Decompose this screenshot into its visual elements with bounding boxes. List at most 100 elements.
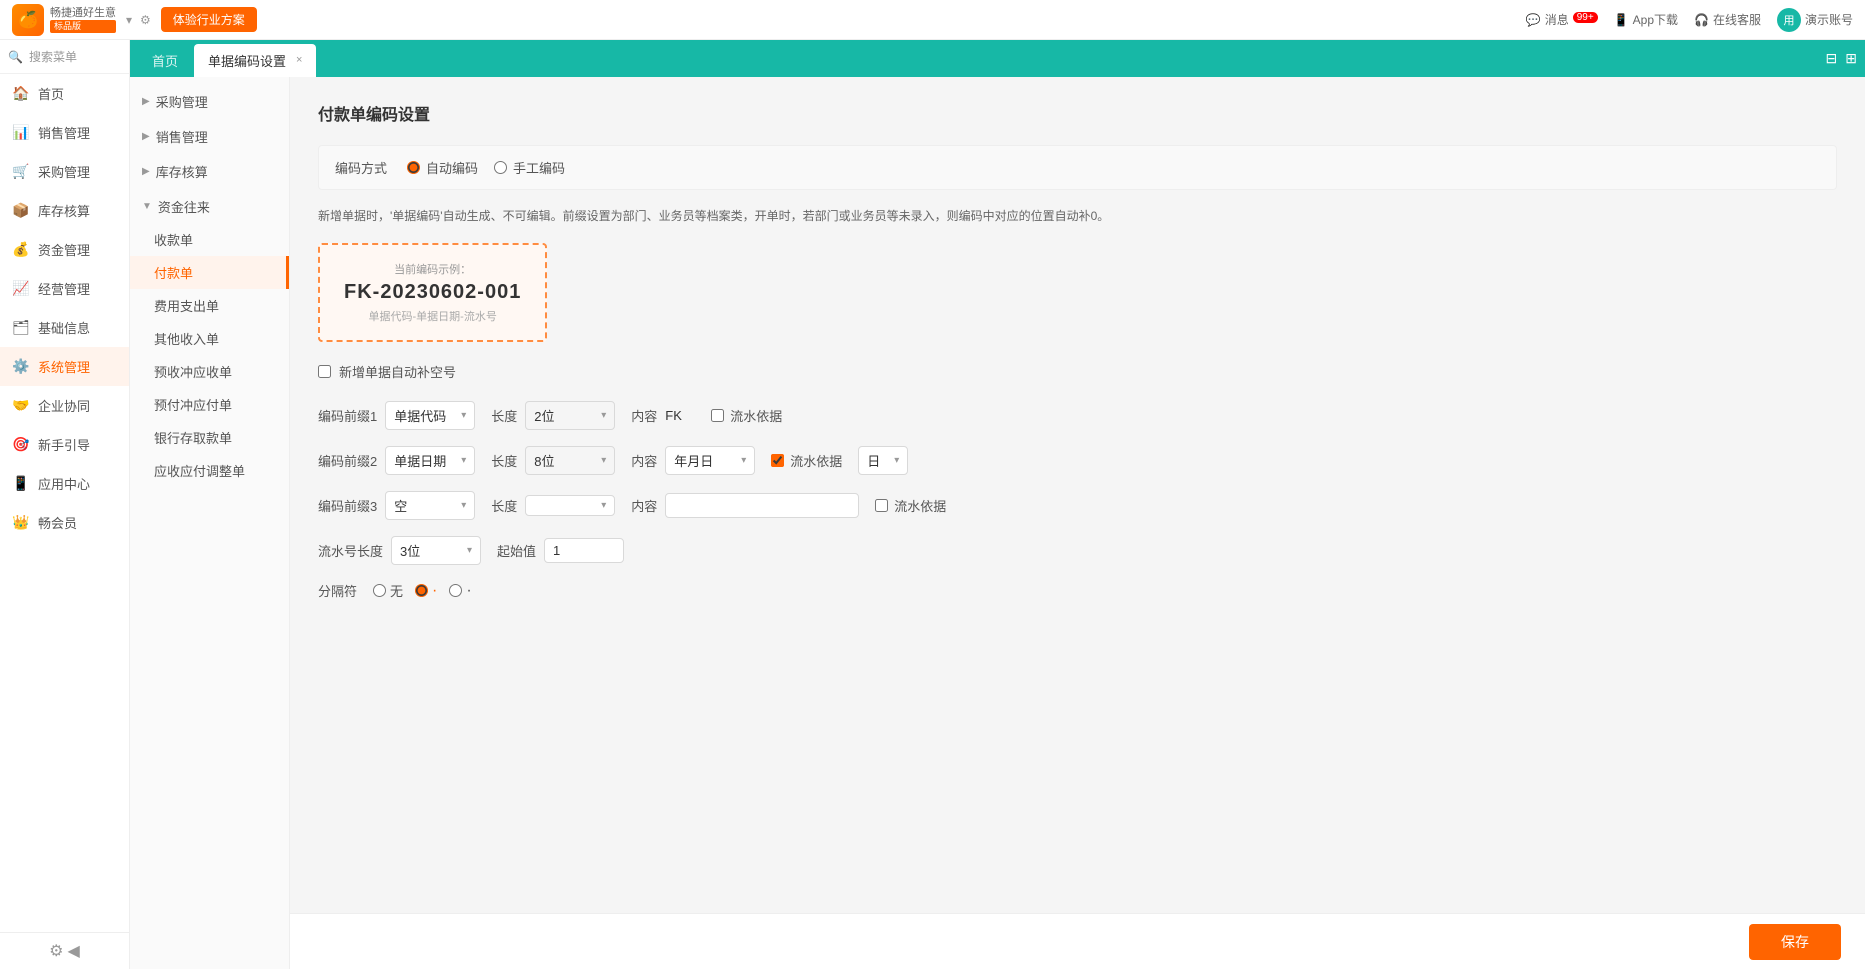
- info-text: 新增单据时，'单据编码'自动生成、不可编辑。前缀设置为部门、业务员等档案类，开单…: [318, 206, 1837, 228]
- serial2-checkbox[interactable]: [771, 454, 784, 467]
- sidebar-item-basic[interactable]: 🗂 基础信息: [0, 308, 129, 347]
- nav-item-payment[interactable]: 付款单: [130, 256, 289, 289]
- auto-fill-label[interactable]: 新增单据自动补空号: [339, 362, 456, 381]
- prefix-row-3: 编码前缀3 空 ▾ 长度 ▾: [318, 491, 1837, 520]
- tab-minimize-icon[interactable]: ⊟: [1826, 50, 1838, 67]
- nav-item-pre-payable[interactable]: 预付冲应付单: [130, 388, 289, 421]
- serial-length-row: 流水号长度 3位 ▾ 起始值: [318, 536, 1837, 565]
- content2-arrow-icon: ▾: [741, 455, 746, 466]
- prefix1-field: 编码前缀1 单据代码 ▾: [318, 401, 475, 430]
- prefix1-arrow-icon: ▾: [461, 410, 466, 421]
- auto-fill-checkbox[interactable]: [318, 365, 331, 378]
- search-menu[interactable]: 🔍 搜索菜单: [0, 40, 129, 74]
- serial3-checkbox[interactable]: [875, 499, 888, 512]
- prefix3-label: 编码前缀3: [318, 496, 377, 515]
- sidebar-item-guide[interactable]: 🎯 新手引导: [0, 425, 129, 464]
- sidebar-item-purchase[interactable]: 🛒 采购管理: [0, 152, 129, 191]
- nav-item-pre-receivable[interactable]: 预收冲应收单: [130, 355, 289, 388]
- length2-label: 长度: [491, 451, 517, 470]
- content1-label: 内容: [631, 406, 657, 425]
- nav-item-expense[interactable]: 费用支出单: [130, 289, 289, 322]
- nav-item-receipt[interactable]: 收款单: [130, 223, 289, 256]
- solution-button[interactable]: 体验行业方案: [161, 7, 257, 32]
- serial3-label[interactable]: 流水依据: [894, 496, 946, 515]
- nav-header-purchase[interactable]: ▶ 采购管理: [130, 85, 289, 118]
- sidebar-item-enterprise[interactable]: 🤝 企业协同: [0, 386, 129, 425]
- start-value-label: 起始值: [497, 541, 536, 560]
- sep-dash-option[interactable]: ·: [449, 582, 471, 600]
- nav-item-other-income[interactable]: 其他收入单: [130, 322, 289, 355]
- chevron-down-icon: ▼: [142, 201, 152, 212]
- prefix1-select[interactable]: 单据代码 ▾: [385, 401, 475, 430]
- operation-icon: 📈: [12, 280, 30, 298]
- topbar-nav: ▾ ⚙: [126, 13, 151, 27]
- bottom-bar: 保存: [290, 913, 1865, 969]
- serial2-label[interactable]: 流水依据: [790, 451, 842, 470]
- sidebar-item-operation[interactable]: 📈 经营管理: [0, 269, 129, 308]
- message-action[interactable]: 💬 消息 99+: [1526, 11, 1598, 28]
- nav-item-bank[interactable]: 银行存取款单: [130, 421, 289, 454]
- auto-code-radio[interactable]: 自动编码: [407, 158, 478, 177]
- auto-fill-row: 新增单据自动补空号: [318, 362, 1837, 381]
- online-service-action[interactable]: 🎧 在线客服: [1694, 11, 1761, 28]
- coding-method-section: 编码方式 自动编码 手工编码: [318, 145, 1837, 190]
- tab-right-actions: ⊟ ⊞: [1826, 40, 1857, 77]
- sidebar-item-finance[interactable]: 💰 资金管理: [0, 230, 129, 269]
- content1-field: 内容 FK: [631, 406, 695, 425]
- app-download-action[interactable]: 📱 App下载: [1614, 11, 1678, 28]
- save-button[interactable]: 保存: [1749, 924, 1841, 960]
- nav-header-inventory[interactable]: ▶ 库存核算: [130, 155, 289, 188]
- tab-expand-icon[interactable]: ⊞: [1845, 50, 1857, 67]
- preview-box: 当前编码示例： FK-20230602-001 单据代码-单据日期-流水号: [318, 243, 547, 342]
- tab-current[interactable]: 单据编码设置 ×: [194, 44, 316, 77]
- prefix-row-1: 编码前缀1 单据代码 ▾ 长度 2位 ▾: [318, 401, 1837, 430]
- page-title: 付款单编码设置: [318, 101, 1837, 125]
- length3-select[interactable]: ▾: [525, 495, 615, 516]
- length3-field: 长度 ▾: [491, 495, 615, 516]
- prefix1-label: 编码前缀1: [318, 406, 377, 425]
- sales-icon: 📊: [12, 124, 30, 142]
- serial-length-select[interactable]: 3位 ▾: [391, 536, 481, 565]
- tab-home[interactable]: 首页: [138, 44, 192, 77]
- length1-field: 长度 2位 ▾: [491, 401, 615, 430]
- sidebar-item-sales[interactable]: 📊 销售管理: [0, 113, 129, 152]
- serial1-check: 流水依据: [711, 406, 782, 425]
- content2-select[interactable]: 年月日 ▾: [665, 446, 755, 475]
- enterprise-icon: 🤝: [12, 397, 30, 415]
- sidebar-item-apps[interactable]: 📱 应用中心: [0, 464, 129, 503]
- serial-length-arrow-icon: ▾: [467, 545, 472, 556]
- start-value-field: 起始值: [497, 538, 624, 563]
- tab-close-icon[interactable]: ×: [296, 54, 302, 66]
- collapse-icon[interactable]: ◀: [68, 941, 80, 961]
- serial-length-field: 流水号长度 3位 ▾: [318, 536, 481, 565]
- prefix-row-2: 编码前缀2 单据日期 ▾ 长度 8位 ▾: [318, 446, 1837, 475]
- sidebar-item-home[interactable]: 🏠 首页: [0, 74, 129, 113]
- nav-item-adjustment[interactable]: 应收应付调整单: [130, 454, 289, 487]
- sidebar-item-inventory[interactable]: 📦 库存核算: [0, 191, 129, 230]
- length3-label: 长度: [491, 496, 517, 515]
- nav-header-cashflow[interactable]: ▼ 资金往来: [130, 190, 289, 223]
- serial1-label[interactable]: 流水依据: [730, 406, 782, 425]
- manual-code-radio[interactable]: 手工编码: [494, 158, 565, 177]
- day-select[interactable]: 日 ▾: [858, 446, 908, 475]
- nav-group-sales: ▶ 销售管理: [130, 120, 289, 153]
- settings-icon[interactable]: ⚙: [49, 941, 63, 961]
- length2-arrow-icon: ▾: [601, 455, 606, 466]
- serial1-checkbox[interactable]: [711, 409, 724, 422]
- sep-none-option[interactable]: 无: [373, 581, 403, 600]
- sep-dot-option[interactable]: ·: [415, 582, 437, 600]
- member-icon: 👑: [12, 514, 30, 532]
- brand-text: 畅捷通好生意 标品版: [50, 6, 116, 34]
- sidebar-item-member[interactable]: 👑 畅会员: [0, 503, 129, 542]
- start-value-input[interactable]: [544, 538, 624, 563]
- nav-header-sales[interactable]: ▶ 销售管理: [130, 120, 289, 153]
- serial3-check: 流水依据: [875, 496, 946, 515]
- prefix3-select[interactable]: 空 ▾: [385, 491, 475, 520]
- length1-select: 2位 ▾: [525, 401, 615, 430]
- user-action[interactable]: 用 演示账号: [1777, 8, 1853, 32]
- prefix2-select[interactable]: 单据日期 ▾: [385, 446, 475, 475]
- sidebar-item-system[interactable]: ⚙️ 系统管理: [0, 347, 129, 386]
- coding-method-label: 编码方式: [335, 158, 387, 177]
- sidebar: 🔍 搜索菜单 🏠 首页 📊 销售管理 🛒 采购管理 📦 库存核算 💰 资金管理 …: [0, 40, 130, 969]
- content3-input[interactable]: [665, 493, 859, 518]
